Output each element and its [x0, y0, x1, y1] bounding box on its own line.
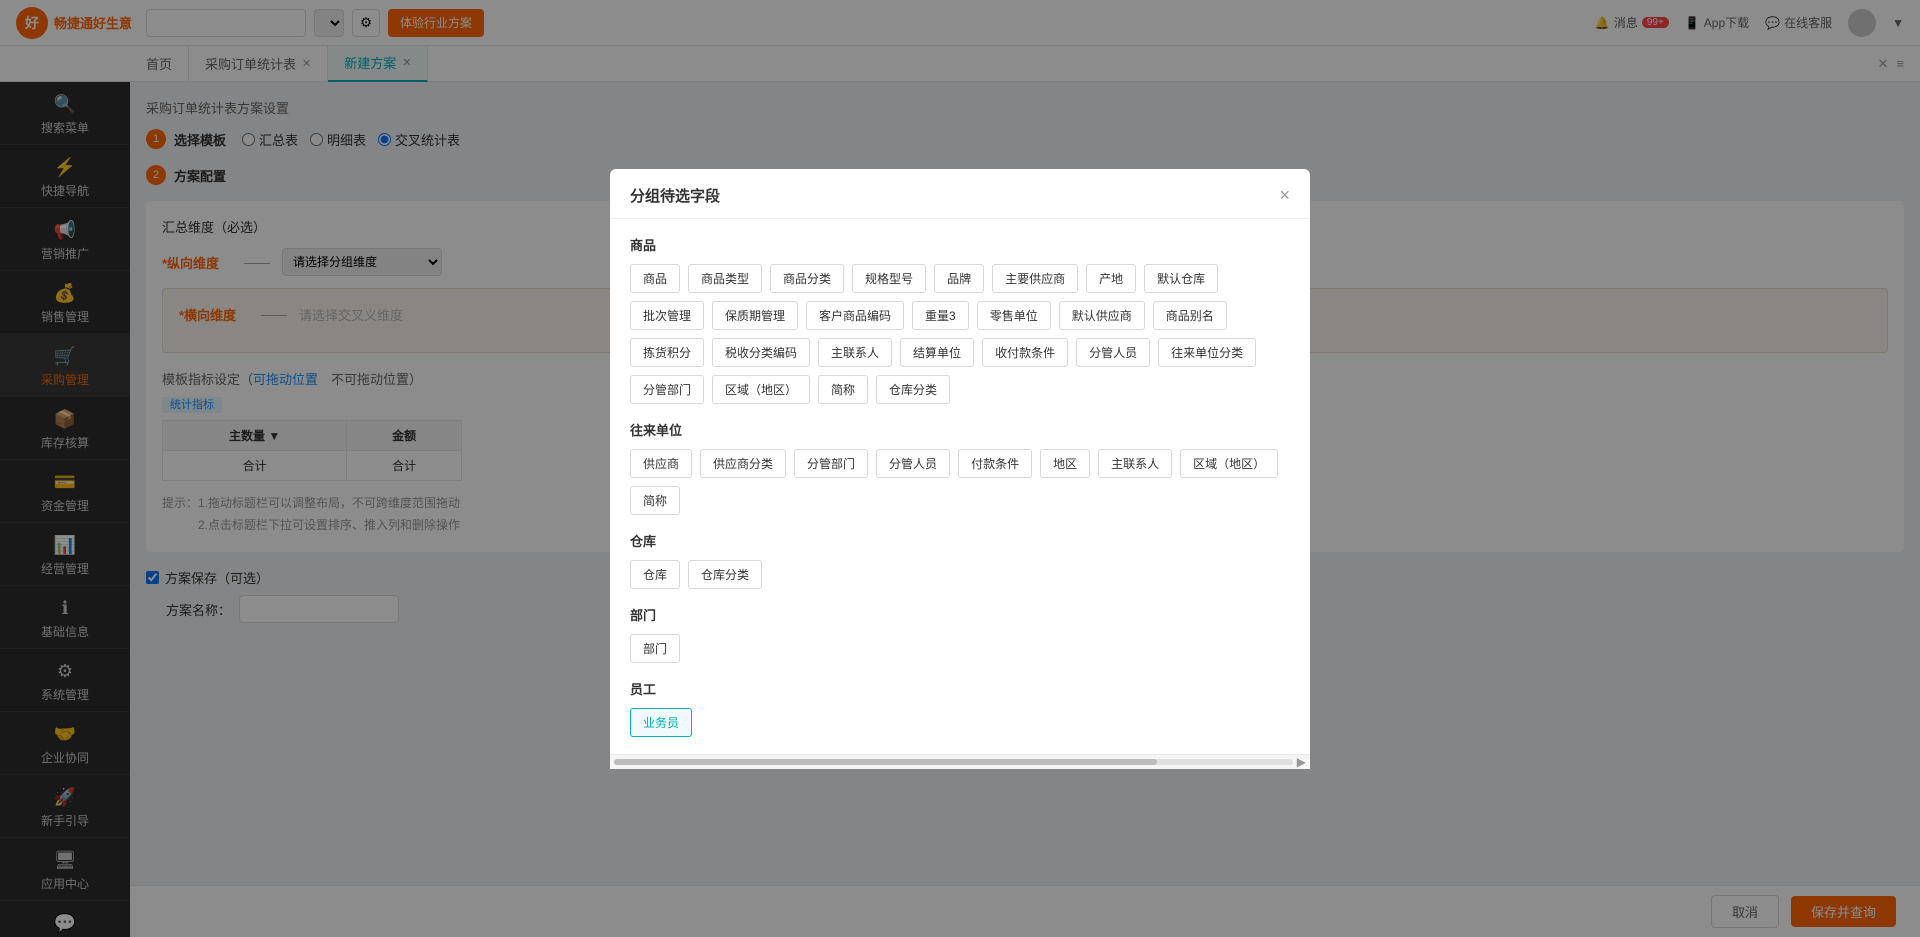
field-tag-supplier-category[interactable]: 供应商分类: [700, 449, 786, 478]
field-group-product-title: 商品: [630, 235, 1290, 254]
field-tag-batch-mgmt[interactable]: 批次管理: [630, 301, 704, 330]
field-tag-area[interactable]: 地区: [1040, 449, 1090, 478]
field-tag-supplier[interactable]: 供应商: [630, 449, 692, 478]
field-tag-main-contact-partner[interactable]: 主联系人: [1098, 449, 1172, 478]
field-tag-supervisor[interactable]: 分管人员: [1076, 338, 1150, 367]
field-group-employee-title: 员工: [630, 679, 1290, 698]
field-tag-warehouse-category[interactable]: 仓库分类: [876, 375, 950, 404]
field-tag-default-warehouse[interactable]: 默认仓库: [1144, 264, 1218, 293]
field-group-warehouse: 仓库 仓库 仓库分类: [630, 531, 1290, 589]
field-tag-payment-cond[interactable]: 付款条件: [958, 449, 1032, 478]
field-tag-product[interactable]: 商品: [630, 264, 680, 293]
field-tag-settlement-unit[interactable]: 结算单位: [900, 338, 974, 367]
field-tag-warehouse-cat[interactable]: 仓库分类: [688, 560, 762, 589]
field-group-employee: 员工 业务员: [630, 679, 1290, 737]
field-tag-tax-code[interactable]: 税收分类编码: [712, 338, 810, 367]
field-tag-department[interactable]: 部门: [630, 634, 680, 663]
field-tag-brand[interactable]: 品牌: [934, 264, 984, 293]
modal-scrollbar-area: ▶: [610, 754, 1310, 769]
field-tag-product-category[interactable]: 商品分类: [770, 264, 844, 293]
modal-title: 分组待选字段: [630, 185, 720, 206]
field-tag-pick-points[interactable]: 拣货积分: [630, 338, 704, 367]
field-tag-spec-model[interactable]: 规格型号: [852, 264, 926, 293]
field-tag-product-alias[interactable]: 商品别名: [1153, 301, 1227, 330]
field-tag-dept[interactable]: 分管部门: [630, 375, 704, 404]
field-tag-salesperson[interactable]: 业务员: [630, 708, 692, 737]
field-group-warehouse-title: 仓库: [630, 531, 1290, 550]
field-tag-origin[interactable]: 产地: [1086, 264, 1136, 293]
field-tag-customer-code[interactable]: 客户商品编码: [806, 301, 904, 330]
modal-body: 商品 商品 商品类型 商品分类 规格型号 品牌 主要供应商 产地 默认仓库 批次…: [610, 219, 1310, 754]
field-tag-warehouse[interactable]: 仓库: [630, 560, 680, 589]
modal-scrollbar-track: [614, 759, 1293, 765]
field-tag-payment-terms[interactable]: 收付款条件: [982, 338, 1068, 367]
modal-overlay: 分组待选字段 × 商品 商品 商品类型 商品分类 规格型号 品牌 主要供应商 产…: [0, 0, 1920, 937]
field-tags-warehouse: 仓库 仓库分类: [630, 560, 1290, 589]
modal-close-button[interactable]: ×: [1279, 185, 1290, 206]
field-tag-shelf-life[interactable]: 保质期管理: [712, 301, 798, 330]
field-tag-partner-category[interactable]: 往来单位分类: [1158, 338, 1256, 367]
field-tags-partner: 供应商 供应商分类 分管部门 分管人员 付款条件 地区 主联系人 区域（地区） …: [630, 449, 1290, 515]
field-group-partner: 往来单位 供应商 供应商分类 分管部门 分管人员 付款条件 地区 主联系人 区域…: [630, 420, 1290, 515]
field-tag-weight3[interactable]: 重量3: [912, 301, 969, 330]
field-tag-region-partner[interactable]: 区域（地区）: [1180, 449, 1278, 478]
field-tags-employee: 业务员: [630, 708, 1290, 737]
field-tag-supervisor-dept[interactable]: 分管部门: [794, 449, 868, 478]
modal-scrollbar-thumb[interactable]: [614, 759, 1157, 765]
field-group-partner-title: 往来单位: [630, 420, 1290, 439]
field-group-dept: 部门 部门: [630, 605, 1290, 663]
field-tag-short-name[interactable]: 简称: [818, 375, 868, 404]
modal-header: 分组待选字段 ×: [610, 169, 1310, 219]
field-group-product: 商品 商品 商品类型 商品分类 规格型号 品牌 主要供应商 产地 默认仓库 批次…: [630, 235, 1290, 404]
field-selection-modal: 分组待选字段 × 商品 商品 商品类型 商品分类 规格型号 品牌 主要供应商 产…: [610, 169, 1310, 769]
field-tags-dept: 部门: [630, 634, 1290, 663]
field-tag-retail-unit[interactable]: 零售单位: [977, 301, 1051, 330]
field-tags-product: 商品 商品类型 商品分类 规格型号 品牌 主要供应商 产地 默认仓库 批次管理 …: [630, 264, 1290, 404]
field-group-dept-title: 部门: [630, 605, 1290, 624]
field-tag-default-supplier[interactable]: 默认供应商: [1059, 301, 1145, 330]
field-tag-product-type[interactable]: 商品类型: [688, 264, 762, 293]
scrollbar-right-arrow[interactable]: ▶: [1297, 755, 1306, 769]
field-tag-supervisor-person[interactable]: 分管人员: [876, 449, 950, 478]
field-tag-main-supplier[interactable]: 主要供应商: [992, 264, 1078, 293]
field-tag-region[interactable]: 区域（地区）: [712, 375, 810, 404]
field-tag-main-contact[interactable]: 主联系人: [818, 338, 892, 367]
field-tag-short-name-partner[interactable]: 简称: [630, 486, 680, 515]
